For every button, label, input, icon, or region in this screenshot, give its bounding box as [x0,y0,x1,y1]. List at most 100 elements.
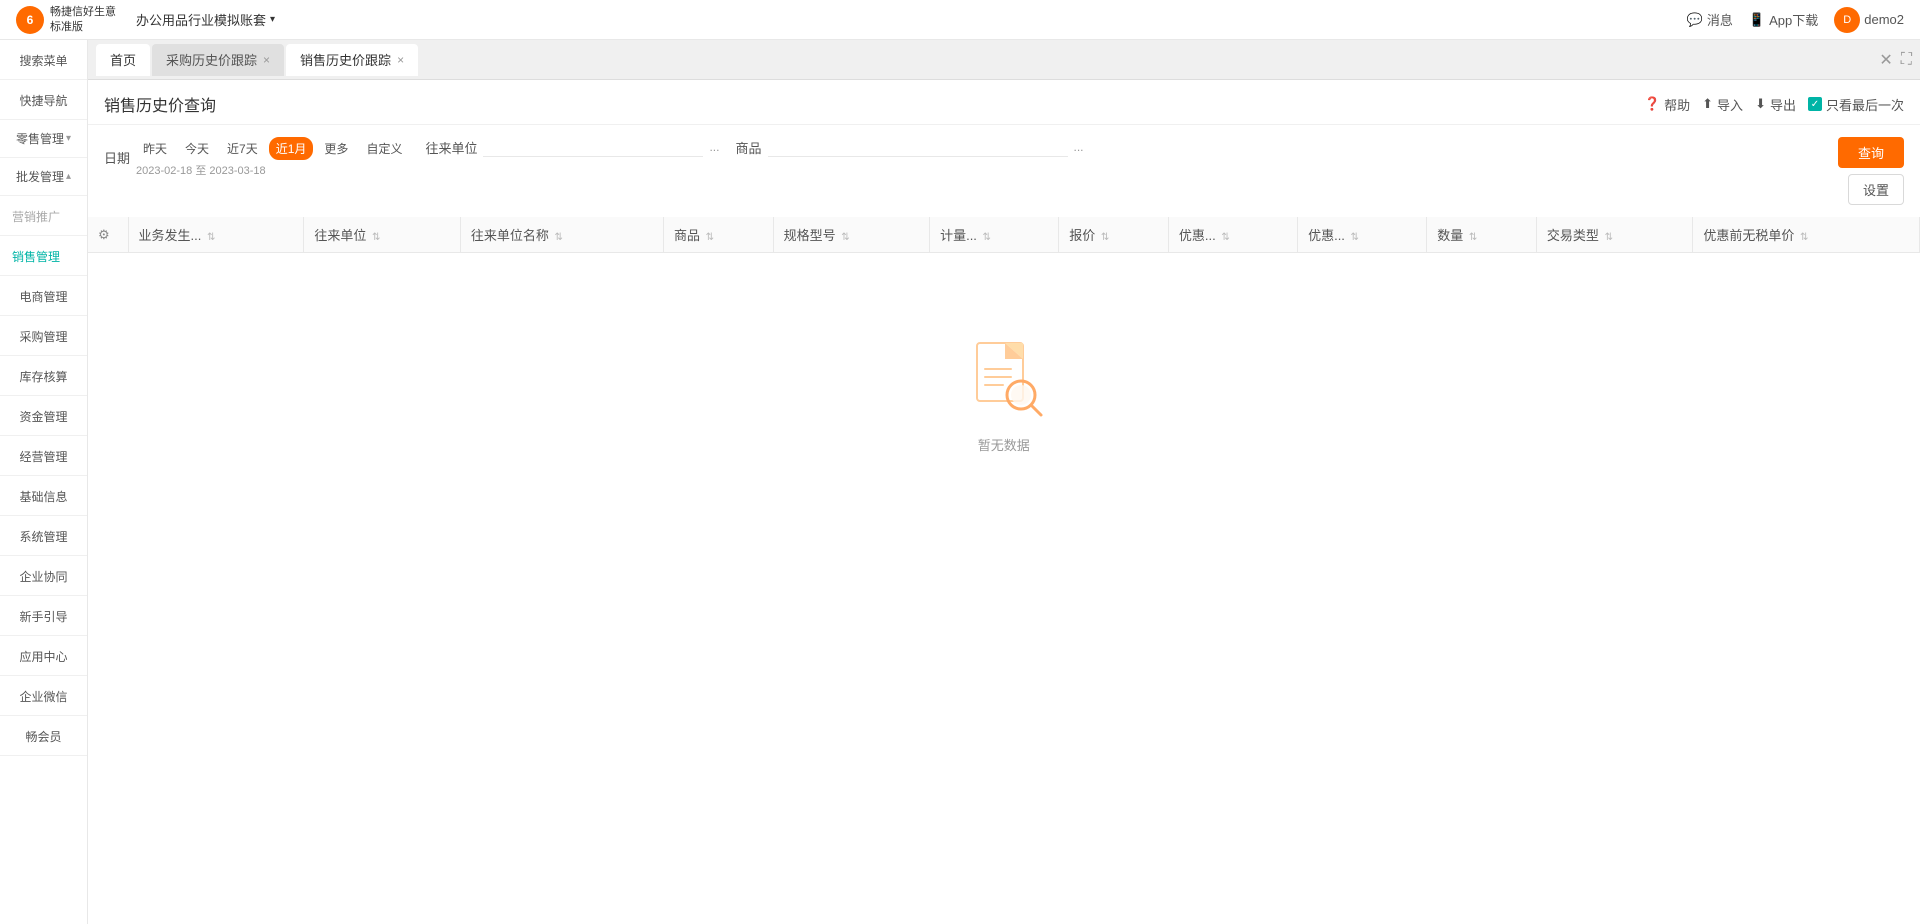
help-icon: ❓ [1644,96,1660,112]
sidebar-item-sales[interactable]: 销售管理 [0,236,87,276]
only-last-checkbox[interactable]: 只看最后一次 [1808,95,1904,114]
col-spec[interactable]: 规格型号 ⇅ [773,217,929,253]
avatar: D [1834,7,1860,33]
search-button[interactable]: 查询 [1838,137,1904,168]
sidebar-item-purchase[interactable]: 采购管理 [0,316,87,356]
sidebar-item-system[interactable]: 系统管理 [0,516,87,556]
sidebar-item-basics[interactable]: 基础信息 [0,476,87,516]
export-button[interactable]: ⬇ 导出 [1755,95,1796,114]
date-btn-7days[interactable]: 近7天 [220,137,265,160]
help-button[interactable]: ❓ 帮助 [1644,95,1690,114]
tab-bar-right: ✕ ⛶ [1879,50,1912,70]
sidebar-item-finance[interactable]: 资金管理 [0,396,87,436]
sort-icon: ⇅ [207,232,215,243]
tab-home[interactable]: 首页 [96,44,150,76]
filter-buttons: 查询 设置 [1838,137,1904,205]
settings-button[interactable]: 设置 [1848,174,1904,205]
tab-close-purchase[interactable]: × [263,54,270,66]
chevron-down-icon: ▾ [270,14,275,25]
empty-state: 暂无数据 [88,253,1920,534]
date-btn-today[interactable]: 今天 [178,137,216,160]
logo-icon: 6 [16,6,44,34]
chevron-down-icon: ▾ [66,133,71,144]
col-quote[interactable]: 报价 ⇅ [1059,217,1169,253]
sort-icon: ⇅ [1351,232,1359,243]
sort-icon: ⇅ [1469,232,1477,243]
col-settings[interactable]: ⚙ [88,217,128,253]
sidebar-item-apps[interactable]: 应用中心 [0,636,87,676]
col-trade-type[interactable]: 交易类型 ⇅ [1536,217,1692,253]
date-btn-more[interactable]: 更多 [317,137,355,160]
mobile-icon: 📱 [1749,12,1765,28]
sidebar-item-marketing[interactable]: 营销推广 [0,196,87,236]
col-discount2[interactable]: 优惠... ⇅ [1298,217,1427,253]
col-unit[interactable]: 计量... ⇅ [930,217,1059,253]
tab-bar: 首页 采购历史价跟踪 × 销售历史价跟踪 × ✕ ⛶ [88,40,1920,80]
col-partner-code[interactable]: 往来单位 ⇅ [304,217,460,253]
export-icon: ⬇ [1755,96,1766,112]
col-quantity[interactable]: 数量 ⇅ [1427,217,1537,253]
date-range-display: 2023-02-18 至 2023-03-18 [136,162,409,178]
sidebar-item-wechat[interactable]: 企业微信 [0,676,87,716]
sidebar-item-inventory[interactable]: 库存核算 [0,356,87,396]
sort-icon: ⇅ [1221,232,1229,243]
sort-icon: ⇅ [841,232,849,243]
col-partner-name[interactable]: 往来单位名称 ⇅ [460,217,663,253]
col-biz-date[interactable]: 业务发生... ⇅ [128,217,304,253]
logo-text: 畅捷信好生意 标准版 [50,5,116,34]
sidebar-item-shortcut[interactable]: 快捷导航 [0,80,87,120]
settings-icon[interactable]: ⚙ [98,227,110,242]
tab-fullscreen-button[interactable]: ⛶ [1901,51,1912,69]
date-btn-custom[interactable]: 自定义 [359,137,409,160]
sidebar: 搜索菜单 快捷导航 零售管理 ▾ 批发管理 ▴ 营销推广 销售管理 电商管理 采 [0,40,88,924]
empty-illustration [959,333,1049,423]
tab-purchase-history[interactable]: 采购历史价跟踪 × [152,44,284,76]
date-filter: 日期 昨天 今天 近7天 近1月 更多 自定义 2023-02-18 至 202… [104,137,409,178]
sort-icon: ⇅ [1800,232,1808,243]
import-button[interactable]: ⬆ 导入 [1702,95,1743,114]
user-menu[interactable]: D demo2 [1834,7,1904,33]
col-product[interactable]: 商品 ⇅ [663,217,773,253]
import-icon: ⬆ [1702,96,1713,112]
checkbox-icon [1808,97,1822,111]
tab-close-sales[interactable]: × [397,54,404,66]
logo-area: 6 畅捷信好生意 标准版 [16,5,116,34]
product-input[interactable] [768,137,1068,157]
col-pretax-price[interactable]: 优惠前无税单价 ⇅ [1693,217,1920,253]
account-selector[interactable]: 办公用品行业模拟账套 ▾ [136,10,275,29]
filter-area: 日期 昨天 今天 近7天 近1月 更多 自定义 2023-02-18 至 202… [88,125,1920,217]
sidebar-item-wholesale[interactable]: 批发管理 ▴ [0,158,87,196]
sort-icon: ⇅ [1605,232,1613,243]
sort-icon: ⇅ [706,232,714,243]
partner-input[interactable] [483,137,703,157]
message-icon: 💬 [1687,12,1703,28]
page-header: 销售历史价查询 ❓ 帮助 ⬆ 导入 ⬇ 导出 [88,80,1920,125]
product-filter: 商品 ... [735,137,1083,157]
sidebar-item-retail[interactable]: 零售管理 ▾ [0,120,87,158]
sidebar-item-enterprise[interactable]: 企业协同 [0,556,87,596]
app-download-button[interactable]: 📱 App下载 [1749,10,1818,29]
chevron-up-icon: ▴ [66,171,71,182]
main-layout: 搜索菜单 快捷导航 零售管理 ▾ 批发管理 ▴ 营销推广 销售管理 电商管理 采 [0,40,1920,924]
sort-icon: ⇅ [554,232,562,243]
sort-icon: ⇅ [372,232,380,243]
tab-sales-history[interactable]: 销售历史价跟踪 × [286,44,418,76]
sort-icon: ⇅ [1101,232,1109,243]
col-discount1[interactable]: 优惠... ⇅ [1168,217,1297,253]
partner-dots[interactable]: ... [709,140,719,154]
sidebar-item-guide[interactable]: 新手引导 [0,596,87,636]
content-area: 首页 采购历史价跟踪 × 销售历史价跟踪 × ✕ ⛶ 销售历史价查询 [88,40,1920,924]
message-button[interactable]: 💬 消息 [1687,10,1733,29]
date-btn-yesterday[interactable]: 昨天 [136,137,174,160]
tab-close-all-button[interactable]: ✕ [1879,50,1892,70]
product-dots[interactable]: ... [1074,140,1084,154]
sidebar-item-search[interactable]: 搜索菜单 [0,40,87,80]
data-table: ⚙ 业务发生... ⇅ 往来单位 ⇅ 往来单位名称 [88,217,1920,534]
date-btn-1month[interactable]: 近1月 [269,137,314,160]
page-title: 销售历史价查询 [104,92,216,116]
page-container: 销售历史价查询 ❓ 帮助 ⬆ 导入 ⬇ 导出 [88,80,1920,924]
sidebar-item-member[interactable]: 畅会员 [0,716,87,756]
sidebar-item-ecommerce[interactable]: 电商管理 [0,276,87,316]
sidebar-item-operations[interactable]: 经营管理 [0,436,87,476]
page-header-actions: ❓ 帮助 ⬆ 导入 ⬇ 导出 只看最后一次 [1644,95,1904,114]
